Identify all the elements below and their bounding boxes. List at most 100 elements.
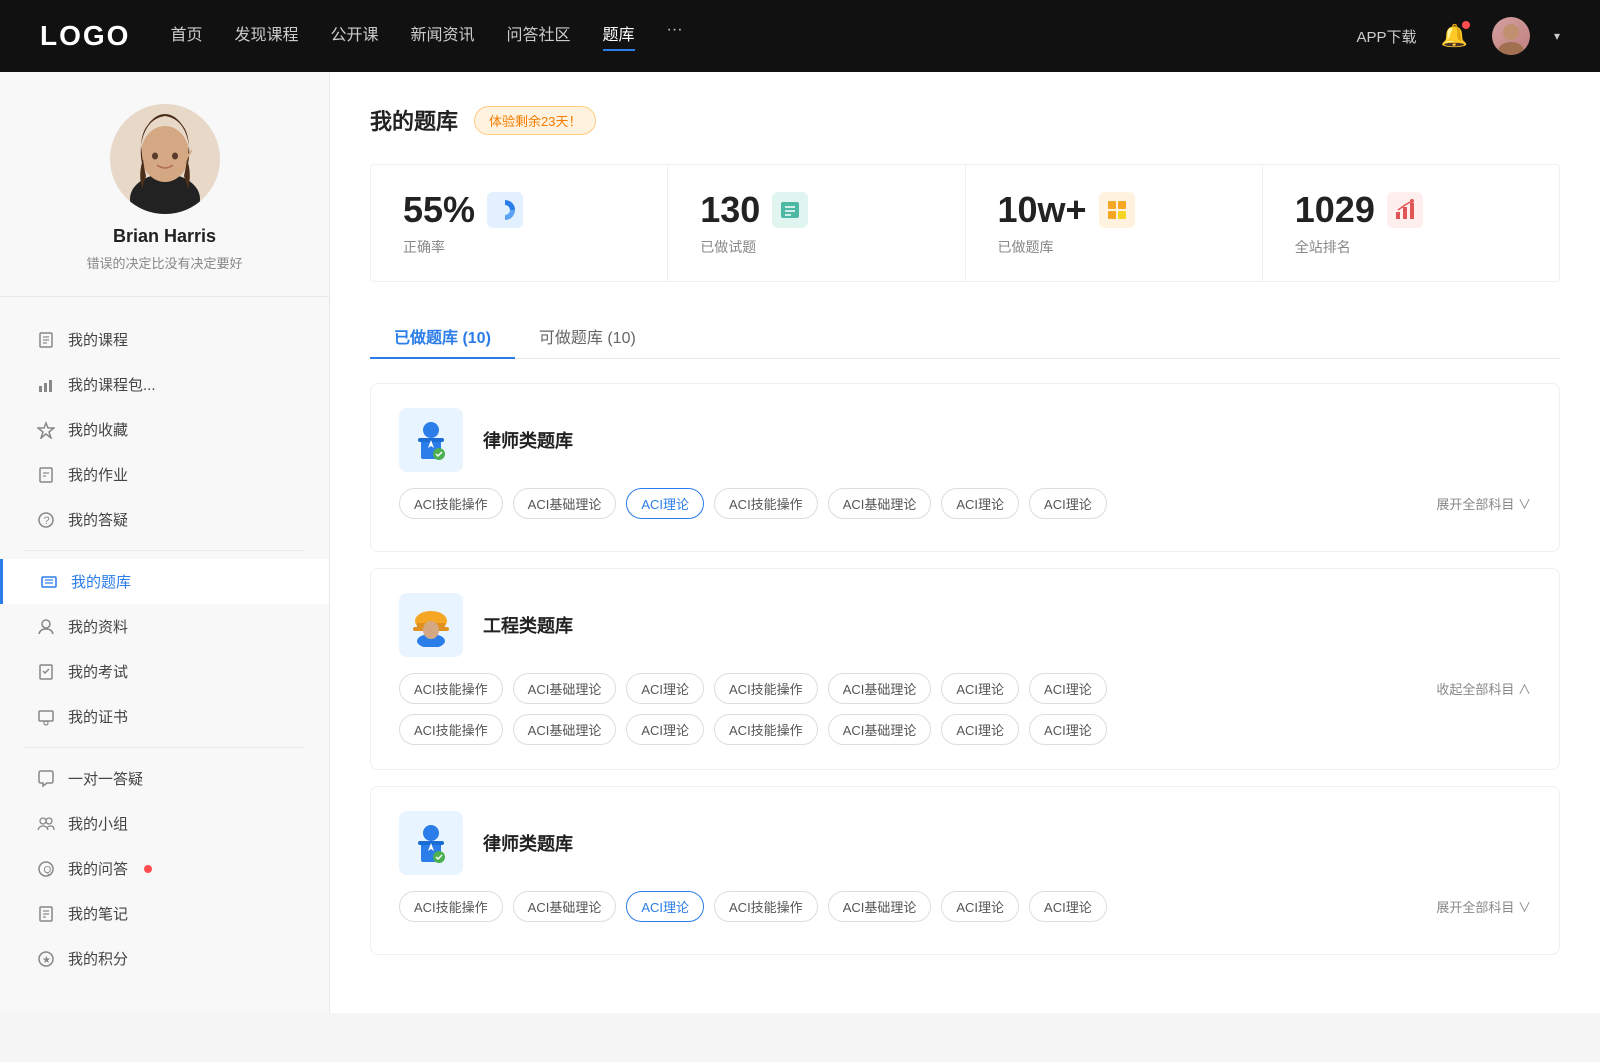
sidebar-item-exams[interactable]: 我的考试 (0, 649, 329, 694)
sidebar-item-points-label: 我的积分 (68, 948, 128, 969)
stat-correct-rate-label: 正确率 (403, 237, 635, 257)
stat-done-banks-label: 已做题库 (998, 237, 1230, 257)
sidebar-item-my-qa[interactable]: Q 我的问答 (0, 846, 329, 891)
tag-3-2[interactable]: ACI理论 (626, 891, 704, 922)
sidebar-item-courses[interactable]: 我的课程 (0, 317, 329, 362)
sidebar-item-qa-questions-label: 我的答疑 (68, 509, 128, 530)
expand-link-3[interactable]: 展开全部科目 ∨ (1436, 897, 1531, 916)
page-title: 我的题库 (370, 104, 458, 136)
tag-3-0[interactable]: ACI技能操作 (399, 891, 503, 922)
tag-3-3[interactable]: ACI技能操作 (714, 891, 818, 922)
sidebar-item-notes[interactable]: 我的笔记 (0, 891, 329, 936)
tag-2-r2-4[interactable]: ACI基础理论 (828, 714, 932, 745)
sidebar-item-certs[interactable]: 我的证书 (0, 694, 329, 739)
trial-badge: 体验剩余23天！ (474, 106, 596, 135)
tag-2-4[interactable]: ACI基础理论 (828, 673, 932, 704)
sidebar-item-1on1[interactable]: 一对一答疑 (0, 756, 329, 801)
sidebar-item-favorites-label: 我的收藏 (68, 419, 128, 440)
svg-text:★: ★ (42, 955, 51, 966)
avatar-dropdown-arrow[interactable]: ▾ (1554, 29, 1560, 43)
tag-3-1[interactable]: ACI基础理论 (513, 891, 617, 922)
bell-dot (1462, 21, 1470, 29)
nav-open-course[interactable]: 公开课 (330, 21, 378, 51)
qbank-title-3: 律师类题库 (483, 830, 573, 856)
nav-more[interactable]: ··· (667, 21, 683, 51)
tag-2-r2-5[interactable]: ACI理论 (941, 714, 1019, 745)
sidebar-item-favorites[interactable]: 我的收藏 (0, 407, 329, 452)
avatar-image (1492, 17, 1530, 55)
sidebar-item-qbank[interactable]: 我的题库 (0, 559, 329, 604)
sidebar-item-homework[interactable]: 我的作业 (0, 452, 329, 497)
sidebar-item-course-packages[interactable]: 我的课程包... (0, 362, 329, 407)
sidebar-item-certs-label: 我的证书 (68, 706, 128, 727)
tag-1-3[interactable]: ACI技能操作 (714, 488, 818, 519)
tag-1-2[interactable]: ACI理论 (626, 488, 704, 519)
app-download-link[interactable]: APP下载 (1357, 26, 1417, 47)
tag-3-6[interactable]: ACI理论 (1029, 891, 1107, 922)
profile-avatar-image (110, 104, 220, 214)
exam-icon (36, 662, 56, 682)
sidebar-menu: 我的课程 我的课程包... 我的收藏 我的作业 (0, 309, 329, 989)
stat-correct-rate-value: 55% (403, 189, 475, 231)
cert-icon (36, 707, 56, 727)
tag-2-6[interactable]: ACI理论 (1029, 673, 1107, 704)
tag-2-r2-2[interactable]: ACI理论 (626, 714, 704, 745)
tag-2-0[interactable]: ACI技能操作 (399, 673, 503, 704)
tag-3-4[interactable]: ACI基础理论 (828, 891, 932, 922)
qbank-card-1: 律师类题库 ACI技能操作 ACI基础理论 ACI理论 ACI技能操作 ACI基… (370, 383, 1560, 552)
qbank-card-2: 工程类题库 ACI技能操作 ACI基础理论 ACI理论 ACI技能操作 ACI基… (370, 568, 1560, 770)
nav-qbank[interactable]: 题库 (603, 21, 635, 51)
tag-2-5[interactable]: ACI理论 (941, 673, 1019, 704)
doc-icon (36, 465, 56, 485)
divider-1 (24, 550, 305, 551)
group-icon (36, 814, 56, 834)
tag-1-6[interactable]: ACI理论 (1029, 488, 1107, 519)
stat-ranking-label: 全站排名 (1295, 237, 1527, 257)
tab-done-banks[interactable]: 已做题库 (10) (370, 314, 515, 358)
tag-1-0[interactable]: ACI技能操作 (399, 488, 503, 519)
avatar[interactable] (1492, 17, 1530, 55)
lawyer-icon-1 (399, 408, 463, 472)
qa-icon: Q (36, 859, 56, 879)
tag-2-2[interactable]: ACI理论 (626, 673, 704, 704)
expand-link-1[interactable]: 展开全部科目 ∨ (1436, 494, 1531, 513)
nav-news[interactable]: 新闻资讯 (411, 21, 475, 51)
tag-3-5[interactable]: ACI理论 (941, 891, 1019, 922)
main-layout: Brian Harris 错误的决定比没有决定要好 我的课程 我的课程包... (0, 72, 1600, 1013)
sidebar: Brian Harris 错误的决定比没有决定要好 我的课程 我的课程包... (0, 72, 330, 1013)
tag-2-3[interactable]: ACI技能操作 (714, 673, 818, 704)
tag-2-r2-0[interactable]: ACI技能操作 (399, 714, 503, 745)
tabs-row: 已做题库 (10) 可做题库 (10) (370, 314, 1560, 359)
stat-ranking-value: 1029 (1295, 189, 1375, 231)
sidebar-profile: Brian Harris 错误的决定比没有决定要好 (0, 104, 329, 297)
nav-home[interactable]: 首页 (170, 21, 202, 51)
note-icon (36, 904, 56, 924)
sidebar-item-qa-questions[interactable]: ? 我的答疑 (0, 497, 329, 542)
tag-1-5[interactable]: ACI理论 (941, 488, 1019, 519)
sidebar-item-profile[interactable]: 我的资料 (0, 604, 329, 649)
qbank-icon (39, 572, 59, 592)
tag-2-1[interactable]: ACI基础理论 (513, 673, 617, 704)
tab-available-banks[interactable]: 可做题库 (10) (515, 314, 660, 358)
expand-link-2[interactable]: 收起全部科目 ∧ (1436, 679, 1531, 698)
sidebar-item-group[interactable]: 我的小组 (0, 801, 329, 846)
svg-text:?: ? (44, 515, 50, 527)
tag-1-4[interactable]: ACI基础理论 (828, 488, 932, 519)
sidebar-item-my-qa-label: 我的问答 (68, 858, 128, 879)
qbank-tags-row-3: ACI技能操作 ACI基础理论 ACI理论 ACI技能操作 ACI基础理论 AC… (399, 891, 1531, 922)
grid-icon (1099, 192, 1135, 228)
points-icon: ★ (36, 949, 56, 969)
nav-qa[interactable]: 问答社区 (507, 21, 571, 51)
qbank-tags-row-2: ACI技能操作 ACI基础理论 ACI理论 ACI技能操作 ACI基础理论 AC… (399, 673, 1531, 704)
notification-bell[interactable]: 🔔 (1441, 23, 1468, 49)
tag-2-r2-1[interactable]: ACI基础理论 (513, 714, 617, 745)
nav-discover[interactable]: 发现课程 (234, 21, 298, 51)
tag-1-1[interactable]: ACI基础理论 (513, 488, 617, 519)
tag-2-r2-6[interactable]: ACI理论 (1029, 714, 1107, 745)
stat-done-questions-label: 已做试题 (700, 237, 932, 257)
list-icon (772, 192, 808, 228)
sidebar-item-points[interactable]: ★ 我的积分 (0, 936, 329, 981)
tag-2-r2-3[interactable]: ACI技能操作 (714, 714, 818, 745)
file-icon (36, 330, 56, 350)
qa-badge-dot (144, 865, 152, 873)
